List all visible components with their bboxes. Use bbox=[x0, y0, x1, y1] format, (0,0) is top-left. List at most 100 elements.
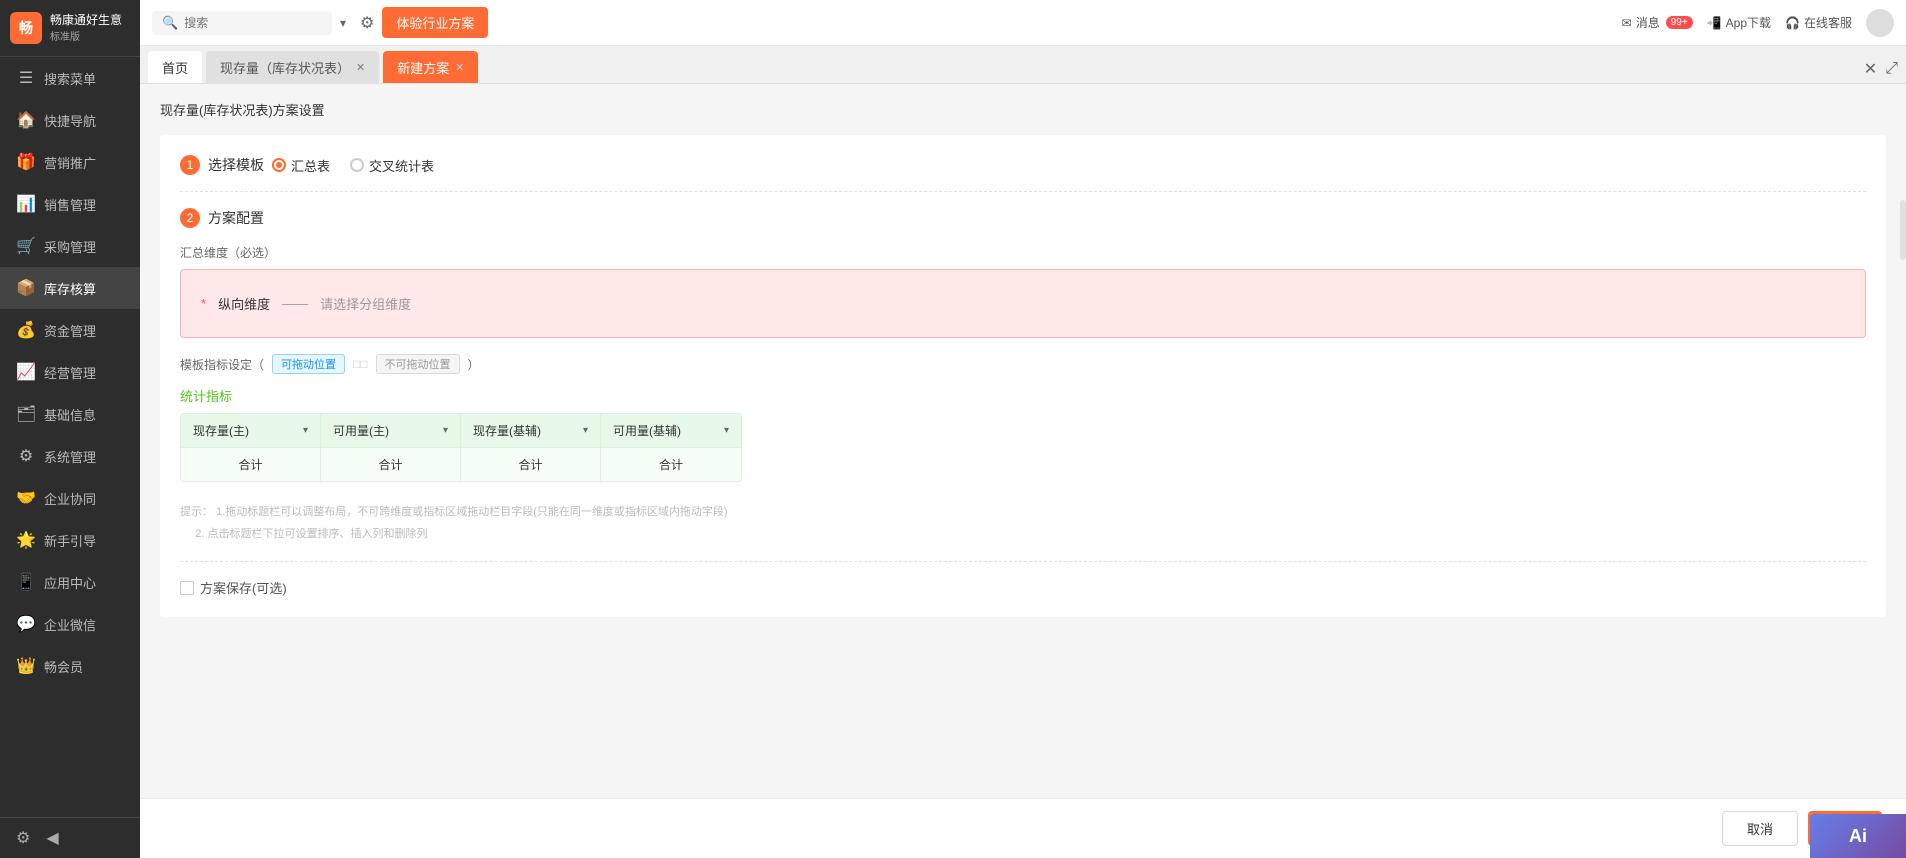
step2-section: 2 方案配置 汇总维度（必选） * 纵向维度 —— 请选择分组维度 模板指标设定… bbox=[180, 208, 1866, 545]
message-icon: ✉ bbox=[1622, 16, 1632, 30]
user-avatar[interactable] bbox=[1866, 9, 1894, 37]
sidebar-logo: 畅 畅康通好生意 标准版 bbox=[0, 0, 140, 57]
sidebar-item-guide[interactable]: 🌟 新手引导 bbox=[0, 519, 140, 561]
app-name: 畅康通好生意 bbox=[50, 13, 122, 29]
online-service-item[interactable]: 🎧 在线客服 bbox=[1785, 14, 1852, 31]
step1-number: 1 bbox=[180, 155, 200, 175]
sidebar-item-enterprise[interactable]: 🤝 企业协同 bbox=[0, 477, 140, 519]
save-checkbox[interactable] bbox=[180, 581, 194, 595]
tips-section: 提示： 1.拖动标题栏可以调整布局，不可跨维度或指标区域拖动栏目字段(只能在同一… bbox=[180, 501, 1866, 545]
app-download-label: App下载 bbox=[1726, 14, 1771, 31]
sidebar-item-quick-nav[interactable]: 🏠 快捷导航 bbox=[0, 99, 140, 141]
radio-cross-circle bbox=[350, 158, 364, 172]
bottom-divider bbox=[180, 561, 1866, 562]
stats-table: 现存量(主) ▾ 可用量(主) ▾ 现存量(基辅) ▾ 可用量(基辅) bbox=[180, 413, 742, 482]
message-item[interactable]: ✉ 消息 99+ bbox=[1622, 14, 1693, 31]
sidebar-item-label: 营销推广 bbox=[44, 153, 96, 172]
tabs-bar: 首页 现存量（库存状况表） ✕ 新建方案 ✕ ✕ ⤢ bbox=[140, 46, 1906, 84]
col-2-chevron[interactable]: ▾ bbox=[583, 425, 588, 436]
search-bar[interactable]: 🔍 bbox=[152, 11, 332, 35]
dimension-selector[interactable]: * 纵向维度 —— 请选择分组维度 bbox=[180, 269, 1866, 338]
sidebar: 畅 畅康通好生意 标准版 ☰ 搜索菜单 🏠 快捷导航 🎁 营销推广 📊 销售管理… bbox=[0, 0, 140, 858]
content-area: 现存量(库存状况表)方案设置 1 选择模板 汇总表 交叉统计表 bbox=[140, 84, 1906, 858]
stats-col-0[interactable]: 现存量(主) ▾ bbox=[181, 414, 321, 447]
sidebar-item-basic[interactable]: 🗂 基础信息 bbox=[0, 393, 140, 435]
sidebar-item-label: 基础信息 bbox=[44, 405, 96, 424]
tab-new-plan-label: 新建方案 bbox=[397, 58, 449, 77]
sidebar-item-label: 销售管理 bbox=[44, 195, 96, 214]
sidebar-item-label: 资金管理 bbox=[44, 321, 96, 340]
stats-col-2-label: 现存量(基辅) bbox=[473, 422, 541, 439]
col-0-chevron[interactable]: ▾ bbox=[303, 425, 308, 436]
sidebar-item-sales[interactable]: 📊 销售管理 bbox=[0, 183, 140, 225]
bottom-actions: 取消 查询 bbox=[140, 798, 1906, 858]
cancel-button[interactable]: 取消 bbox=[1722, 811, 1798, 846]
app-subtitle: 标准版 bbox=[50, 28, 122, 43]
sidebar-item-member[interactable]: 👑 畅会员 bbox=[0, 645, 140, 687]
search-icon: 🔍 bbox=[162, 15, 178, 31]
stats-cell-1: 合计 bbox=[321, 448, 461, 481]
message-badge: 99+ bbox=[1666, 16, 1693, 29]
trial-button[interactable]: 体验行业方案 bbox=[382, 7, 488, 38]
step1-header: 1 选择模板 汇总表 交叉统计表 bbox=[180, 155, 1866, 175]
stats-col-3[interactable]: 可用量(基辅) ▾ bbox=[601, 414, 741, 447]
step2-header: 2 方案配置 bbox=[180, 208, 1866, 228]
stats-col-1[interactable]: 可用量(主) ▾ bbox=[321, 414, 461, 447]
radio-summary[interactable]: 汇总表 bbox=[272, 156, 330, 175]
sidebar-item-system[interactable]: ⚙ 系统管理 bbox=[0, 435, 140, 477]
tab-home[interactable]: 首页 bbox=[148, 51, 202, 83]
save-option-label: 方案保存(可选) bbox=[200, 578, 287, 597]
search-menu-icon: ☰ bbox=[16, 68, 36, 88]
tips-item-1: 2. 点击标题栏下拉可设置排序、插入列和删除列 bbox=[195, 528, 427, 540]
sidebar-item-label: 采购管理 bbox=[44, 237, 96, 256]
tab-new-plan-close-icon[interactable]: ✕ bbox=[455, 61, 464, 74]
tab-expand-button[interactable]: ⤢ bbox=[1885, 60, 1898, 78]
aggregation-label: 汇总维度（必选） bbox=[180, 244, 1866, 261]
tips-item-0: 1.拖动标题栏可以调整布局，不可跨维度或指标区域拖动栏目字段(只能在同一维度或指… bbox=[216, 506, 728, 518]
topbar-gear-icon[interactable]: ⚙ bbox=[360, 13, 374, 33]
stats-table-header: 现存量(主) ▾ 可用量(主) ▾ 现存量(基辅) ▾ 可用量(基辅) bbox=[181, 414, 741, 447]
radio-cross[interactable]: 交叉统计表 bbox=[350, 156, 434, 175]
sidebar-item-apps[interactable]: 📱 应用中心 bbox=[0, 561, 140, 603]
step1-title: 选择模板 bbox=[208, 155, 264, 175]
speaker-icon[interactable]: ◀ bbox=[46, 828, 58, 848]
dimension-placeholder: 请选择分组维度 bbox=[320, 294, 411, 313]
main: 🔍 ▾ ⚙ 体验行业方案 ✉ 消息 99+ 📲 App下载 🎧 在线客服 bbox=[140, 0, 1906, 858]
settings-card: 1 选择模板 汇总表 交叉统计表 2 方案 bbox=[160, 135, 1886, 617]
stats-col-2[interactable]: 现存量(基辅) ▾ bbox=[461, 414, 601, 447]
col-3-chevron[interactable]: ▾ bbox=[724, 425, 729, 436]
marketing-icon: 🎁 bbox=[16, 152, 36, 172]
sidebar-item-label: 搜索菜单 bbox=[44, 69, 96, 88]
sidebar-item-purchase[interactable]: 🛒 采购管理 bbox=[0, 225, 140, 267]
settings-icon[interactable]: ⚙ bbox=[16, 828, 30, 848]
tab-close-button[interactable]: ✕ bbox=[1864, 59, 1877, 79]
sidebar-item-label: 系统管理 bbox=[44, 447, 96, 466]
wechat-icon: 💬 bbox=[16, 614, 36, 634]
sidebar-item-label: 企业协同 bbox=[44, 489, 96, 508]
sidebar-item-label: 畅会员 bbox=[44, 657, 83, 676]
sidebar-item-operations[interactable]: 📈 经营管理 bbox=[0, 351, 140, 393]
sidebar-item-finance[interactable]: 💰 资金管理 bbox=[0, 309, 140, 351]
ai-badge[interactable]: Ai bbox=[1810, 814, 1906, 858]
sidebar-item-search-menu[interactable]: ☰ 搜索菜单 bbox=[0, 57, 140, 99]
system-icon: ⚙ bbox=[16, 446, 36, 466]
app-logo-icon: 畅 bbox=[10, 12, 42, 44]
app-download-item[interactable]: 📲 App下载 bbox=[1707, 14, 1771, 31]
stats-col-0-label: 现存量(主) bbox=[193, 422, 249, 439]
topbar-dropdown-icon[interactable]: ▾ bbox=[340, 16, 346, 30]
template-settings-row: 模板指标设定（ 可拖动位置 □□ 不可拖动位置 ） bbox=[180, 354, 1866, 374]
sidebar-item-marketing[interactable]: 🎁 营销推广 bbox=[0, 141, 140, 183]
tab-new-plan[interactable]: 新建方案 ✕ bbox=[383, 51, 478, 83]
sales-icon: 📊 bbox=[16, 194, 36, 214]
topbar-right: ✉ 消息 99+ 📲 App下载 🎧 在线客服 bbox=[1622, 9, 1894, 37]
sidebar-item-inventory[interactable]: 📦 库存核算 bbox=[0, 267, 140, 309]
search-input[interactable] bbox=[184, 16, 304, 30]
stats-cell-3: 合计 bbox=[601, 448, 741, 481]
col-1-chevron[interactable]: ▾ bbox=[443, 425, 448, 436]
sidebar-item-wechat[interactable]: 💬 企业微信 bbox=[0, 603, 140, 645]
radio-summary-circle bbox=[272, 158, 286, 172]
finance-icon: 💰 bbox=[16, 320, 36, 340]
sidebar-item-label: 应用中心 bbox=[44, 573, 96, 592]
tab-inventory-status[interactable]: 现存量（库存状况表） ✕ bbox=[206, 51, 379, 83]
tab-inventory-close-icon[interactable]: ✕ bbox=[356, 61, 365, 74]
